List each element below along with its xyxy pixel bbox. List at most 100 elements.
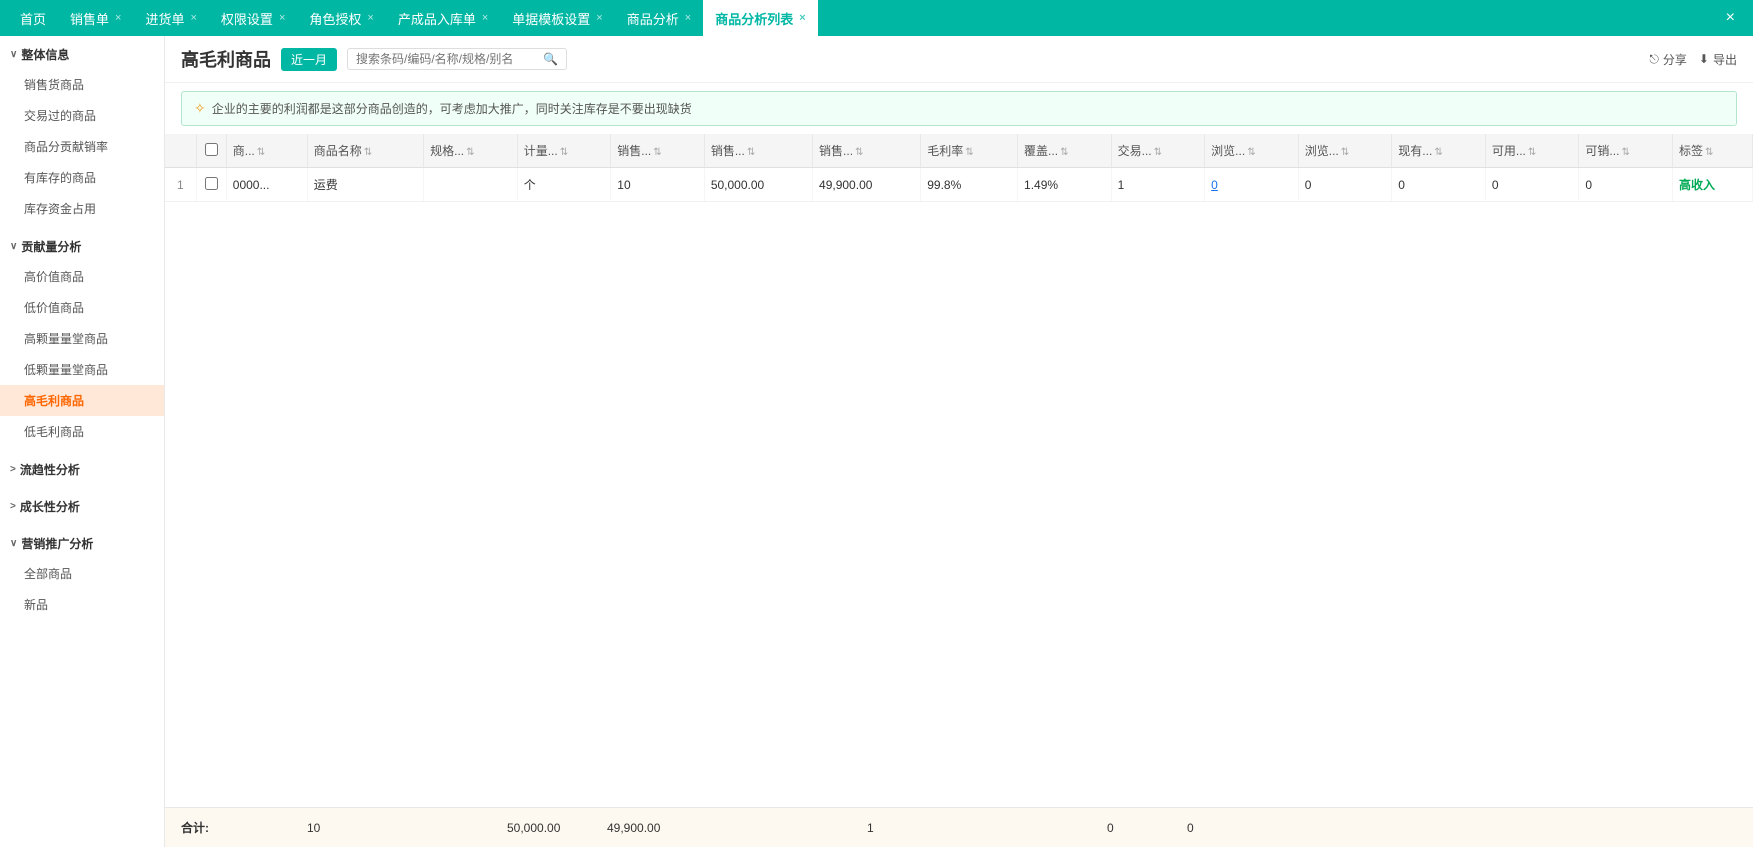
sidebar-collapse-button[interactable]: « — [164, 46, 165, 74]
cell-coverage: 1.49% — [1018, 168, 1112, 202]
sidebar-item-4-0[interactable]: 全部商品 — [0, 558, 164, 589]
nav-item-template-settings[interactable]: 单据模板设置× — [500, 0, 614, 36]
info-text: 企业的主要的利润都是这部分商品创造的，可考虑加大推广，同时关注库存是不要出现缺货 — [212, 100, 692, 117]
sidebar: « ∨整体信息销售货商品交易过的商品商品分贡献销率有库存的商品库存资金占用 ∨贡献… — [0, 36, 165, 847]
row-checkbox[interactable] — [205, 177, 218, 190]
cell-salableStock: 0 — [1579, 168, 1673, 202]
nav-close-template-settings[interactable]: × — [596, 12, 602, 24]
nav-item-permissions[interactable]: 权限设置× — [209, 0, 297, 36]
sort-icon: ⇅ — [1341, 147, 1349, 158]
sidebar-group-title-1[interactable]: ∨贡献量分析 — [0, 232, 164, 261]
sidebar-item-1-3[interactable]: 低颗量量堂商品 — [0, 354, 164, 385]
cell-availableStock: 0 — [1485, 168, 1579, 202]
export-icon: ⬇ — [1699, 52, 1709, 66]
nav-close-roles[interactable]: × — [367, 12, 373, 24]
nav-close-product-analysis-list[interactable]: × — [799, 12, 805, 24]
sidebar-group-title-4[interactable]: ∨营销推广分析 — [0, 529, 164, 558]
sidebar-item-0-4[interactable]: 库存资金占用 — [0, 193, 164, 224]
sidebar-group-4: ∨营销推广分析全部商品新品 — [0, 525, 164, 624]
page-title: 高毛利商品 — [181, 46, 271, 72]
expand-arrow-icon: > — [10, 464, 16, 475]
nav-item-product-analysis[interactable]: 商品分析× — [615, 0, 703, 36]
cell-currentStock: 0 — [1392, 168, 1486, 202]
cell-transactions: 1 — [1111, 168, 1205, 202]
sidebar-item-0-2[interactable]: 商品分贡献销率 — [0, 131, 164, 162]
col-header-currentStock[interactable]: 现有...⇅ — [1392, 134, 1486, 168]
col-header-tag[interactable]: 标签⇅ — [1672, 134, 1752, 168]
col-header-grossMargin[interactable]: 毛利率⇅ — [921, 134, 1018, 168]
sidebar-item-4-1[interactable]: 新品 — [0, 589, 164, 620]
cell-name: 运费 — [307, 168, 423, 202]
nav-item-product-analysis-list[interactable]: 商品分析列表× — [703, 0, 817, 36]
share-button[interactable]: ⎋ 分享 — [1649, 51, 1687, 68]
nav-item-roles[interactable]: 角色授权× — [297, 0, 385, 36]
col-header-coverage[interactable]: 覆盖...⇅ — [1018, 134, 1112, 168]
info-icon: ✧ — [194, 100, 206, 117]
sidebar-item-0-3[interactable]: 有库存的商品 — [0, 162, 164, 193]
nav-item-home[interactable]: 首页 — [8, 0, 58, 36]
cell-salesCost: 49,900.00 — [813, 168, 921, 202]
nav-item-finished-goods[interactable]: 产成品入库单× — [386, 0, 500, 36]
col-header-views1[interactable]: 浏览...⇅ — [1205, 134, 1299, 168]
sort-icon: ⇅ — [560, 147, 568, 158]
sidebar-group-1: ∨贡献量分析高价值商品低价值商品高颗量量堂商品低颗量量堂商品高毛利商品低毛利商品 — [0, 228, 164, 451]
col-header-salesQty[interactable]: 销售...⇅ — [611, 134, 705, 168]
nav-close-purchase[interactable]: × — [190, 12, 196, 24]
top-navigation: 首页销售单×进货单×权限设置×角色授权×产成品入库单×单据模板设置×商品分析×商… — [0, 0, 1753, 36]
footer-current-stock: 0 — [1101, 821, 1181, 835]
sidebar-group-title-0[interactable]: ∨整体信息 — [0, 40, 164, 69]
nav-close-permissions[interactable]: × — [279, 12, 285, 24]
cell-code: 0000... — [226, 168, 307, 202]
col-header-unit[interactable]: 计量...⇅ — [517, 134, 611, 168]
sidebar-group-title-2[interactable]: >流趋性分析 — [0, 455, 164, 484]
sidebar-item-1-4[interactable]: 高毛利商品 — [0, 385, 164, 416]
table-container[interactable]: 商...⇅商品名称⇅规格...⇅计量...⇅销售...⇅销售...⇅销售...⇅… — [165, 134, 1753, 847]
nav-close-product-analysis[interactable]: × — [685, 12, 691, 24]
col-header-transactions[interactable]: 交易...⇅ — [1111, 134, 1205, 168]
sidebar-item-1-1[interactable]: 低价值商品 — [0, 292, 164, 323]
table-row[interactable]: 10000...运费个1050,000.0049,900.0099.8%1.49… — [165, 168, 1753, 202]
footer-available-stock: 0 — [1181, 821, 1261, 835]
product-table: 商...⇅商品名称⇅规格...⇅计量...⇅销售...⇅销售...⇅销售...⇅… — [165, 134, 1753, 202]
nav-close-sales[interactable]: × — [115, 12, 121, 24]
main-layout: « ∨整体信息销售货商品交易过的商品商品分贡献销率有库存的商品库存资金占用 ∨贡献… — [0, 36, 1753, 847]
col-header-spec[interactable]: 规格...⇅ — [424, 134, 518, 168]
cell-unit: 个 — [517, 168, 611, 202]
filter-recent-month-button[interactable]: 近一月 — [281, 48, 337, 71]
sidebar-item-1-5[interactable]: 低毛利商品 — [0, 416, 164, 447]
search-icon[interactable]: 🔍 — [543, 52, 558, 66]
col-header-salesCost[interactable]: 销售...⇅ — [813, 134, 921, 168]
sort-icon: ⇅ — [1705, 147, 1713, 158]
export-button[interactable]: ⬇ 导出 — [1699, 51, 1737, 68]
nav-item-sales[interactable]: 销售单× — [58, 0, 133, 36]
col-header-name[interactable]: 商品名称⇅ — [307, 134, 423, 168]
col-header-code[interactable]: 商...⇅ — [226, 134, 307, 168]
total-label: 合计: — [181, 819, 301, 836]
sidebar-group-title-3[interactable]: >成长性分析 — [0, 492, 164, 521]
nav-item-purchase[interactable]: 进货单× — [133, 0, 208, 36]
sort-icon: ⇅ — [364, 147, 372, 158]
sidebar-group-2: >流趋性分析 — [0, 451, 164, 488]
select-all-checkbox[interactable] — [205, 143, 218, 156]
share-icon: ⎋ — [1649, 52, 1659, 67]
footer-total: 合计: 10 50,000.00 49,900.00 1 0 0 — [165, 807, 1753, 847]
sort-icon: ⇅ — [965, 147, 973, 158]
search-input[interactable] — [356, 52, 543, 66]
footer-sales-amount: 50,000.00 — [501, 821, 601, 835]
sidebar-item-0-1[interactable]: 交易过的商品 — [0, 100, 164, 131]
sidebar-item-1-2[interactable]: 高颗量量堂商品 — [0, 323, 164, 354]
sort-icon: ⇅ — [1154, 147, 1162, 158]
nav-close-finished-goods[interactable]: × — [482, 12, 488, 24]
col-header-views2[interactable]: 浏览...⇅ — [1298, 134, 1392, 168]
search-box: 🔍 — [347, 48, 567, 70]
views-link[interactable]: 0 — [1211, 178, 1218, 192]
col-header-salableStock[interactable]: 可销...⇅ — [1579, 134, 1673, 168]
window-close-button[interactable]: × — [1716, 9, 1745, 27]
col-header-salesAmount[interactable]: 销售...⇅ — [704, 134, 812, 168]
col-header-availableStock[interactable]: 可用...⇅ — [1485, 134, 1579, 168]
sidebar-item-0-0[interactable]: 销售货商品 — [0, 69, 164, 100]
sidebar-item-1-0[interactable]: 高价值商品 — [0, 261, 164, 292]
export-label: 导出 — [1713, 51, 1737, 68]
sort-icon: ⇅ — [1060, 147, 1068, 158]
footer-columns: 10 50,000.00 49,900.00 1 0 0 — [301, 821, 1737, 835]
